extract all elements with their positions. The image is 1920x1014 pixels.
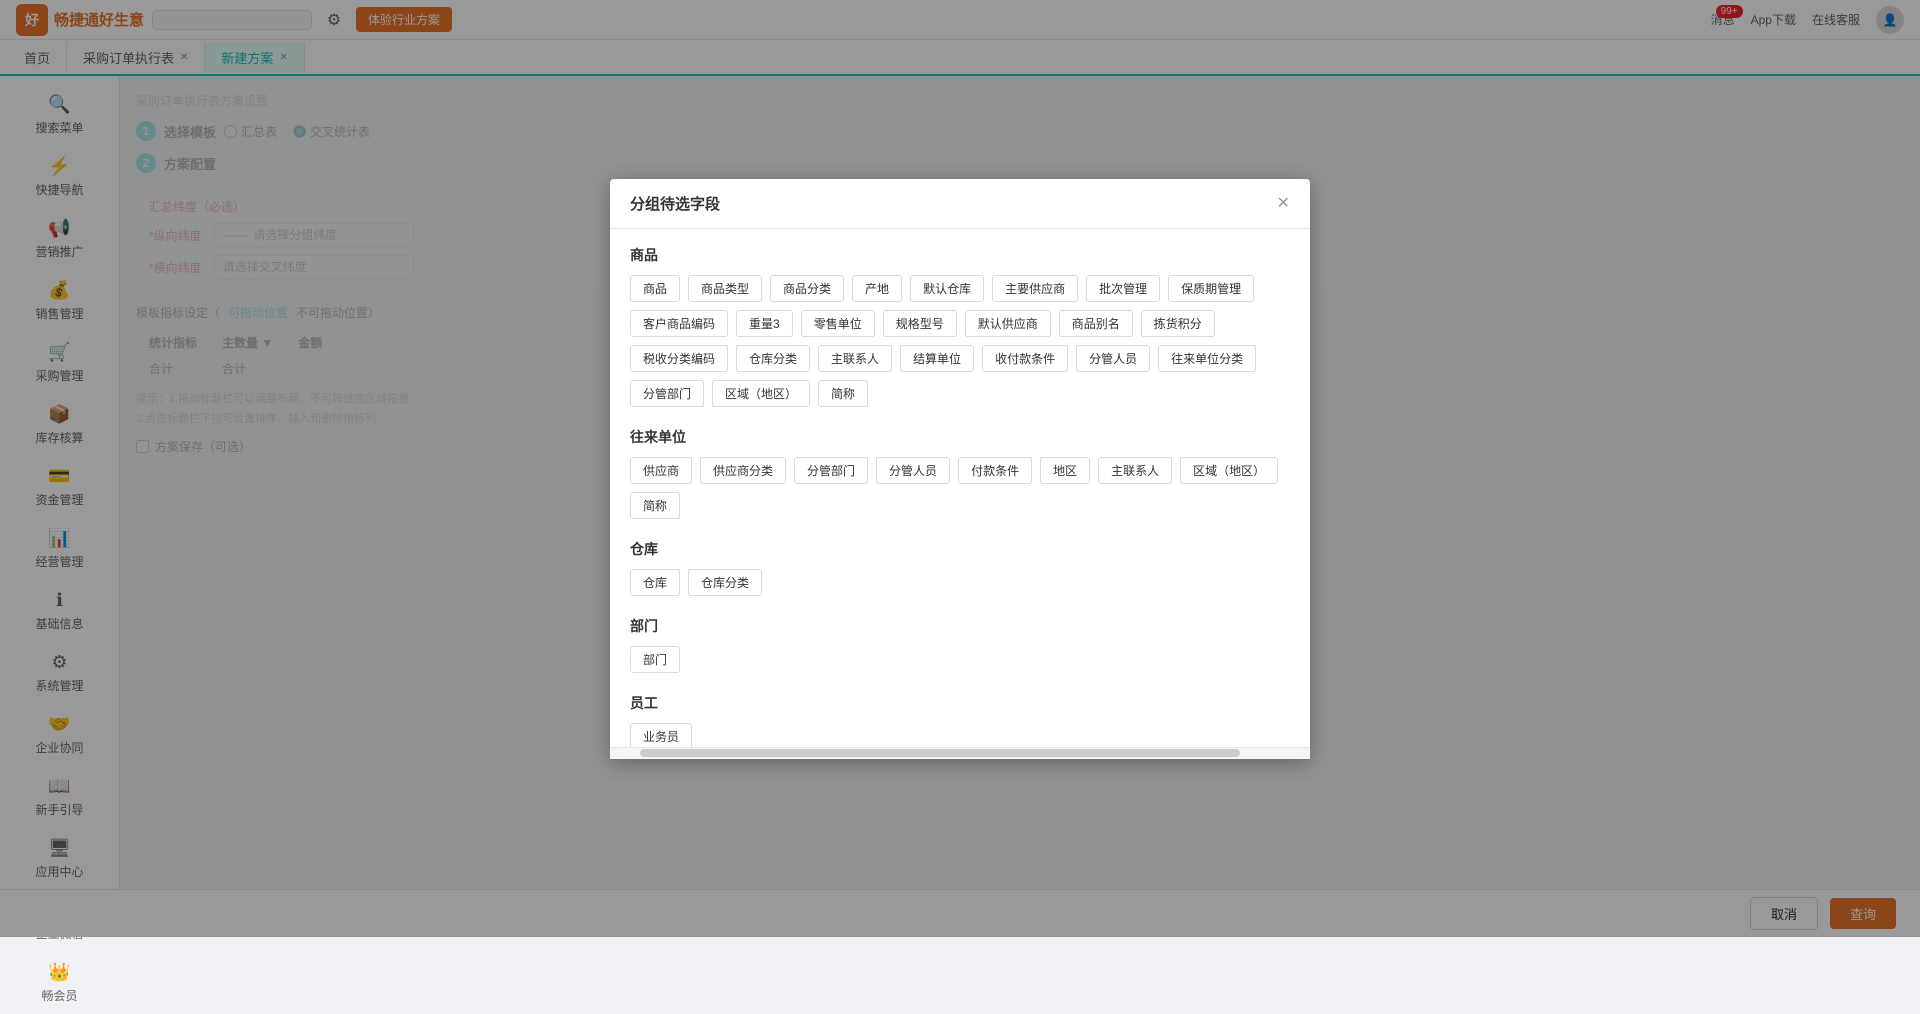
warehouse-field-grid: 仓库 仓库分类: [630, 569, 1290, 596]
member-icon: 👑: [48, 962, 70, 983]
field-origin[interactable]: 产地: [852, 275, 902, 302]
field-product[interactable]: 商品: [630, 275, 680, 302]
field-dept[interactable]: 分管部门: [794, 457, 868, 484]
section-product: 商品 商品 商品类型 商品分类 产地 默认仓库 主要供应商 批次管理 保质期管理…: [630, 245, 1290, 407]
section-warehouse-title: 仓库: [630, 539, 1290, 559]
section-employee: 员工 业务员: [630, 693, 1290, 747]
modal-horizontal-scrollbar[interactable]: [610, 747, 1310, 759]
section-department: 部门 部门: [630, 616, 1290, 673]
modal-title: 分组待选字段: [630, 193, 720, 214]
field-weight3[interactable]: 重量3: [736, 310, 793, 337]
field-retail-unit[interactable]: 零售单位: [801, 310, 875, 337]
section-partners: 往来单位 供应商 供应商分类 分管部门 分管人员 付款条件 地区 主联系人 区域…: [630, 427, 1290, 519]
section-warehouse: 仓库 仓库 仓库分类: [630, 539, 1290, 596]
field-product-category[interactable]: 商品分类: [770, 275, 844, 302]
field-managing-dept[interactable]: 分管部门: [630, 380, 704, 407]
field-product-alias[interactable]: 商品别名: [1059, 310, 1133, 337]
section-employee-title: 员工: [630, 693, 1290, 713]
field-default-warehouse[interactable]: 默认仓库: [910, 275, 984, 302]
employee-field-grid: 业务员: [630, 723, 1290, 747]
field-main-contact2[interactable]: 主联系人: [1098, 457, 1172, 484]
section-product-title: 商品: [630, 245, 1290, 265]
field-supervisor[interactable]: 分管人员: [1076, 345, 1150, 372]
field-salesperson[interactable]: 业务员: [630, 723, 692, 747]
field-product-type[interactable]: 商品类型: [688, 275, 762, 302]
field-region2[interactable]: 区域（地区）: [1180, 457, 1278, 484]
partners-field-grid: 供应商 供应商分类 分管部门 分管人员 付款条件 地区 主联系人 区域（地区） …: [630, 457, 1290, 519]
modal-dialog: 分组待选字段 ✕ 商品 商品 商品类型 商品分类 产地 默认仓库 主要供应商 批…: [610, 179, 1310, 759]
field-settlement-unit[interactable]: 结算单位: [900, 345, 974, 372]
department-field-grid: 部门: [630, 646, 1290, 673]
field-expiry-mgmt[interactable]: 保质期管理: [1168, 275, 1254, 302]
section-department-title: 部门: [630, 616, 1290, 636]
field-partner-category[interactable]: 往来单位分类: [1158, 345, 1256, 372]
field-abbr[interactable]: 简称: [818, 380, 868, 407]
field-tax-code[interactable]: 税收分类编码: [630, 345, 728, 372]
field-batch-mgmt[interactable]: 批次管理: [1086, 275, 1160, 302]
field-district[interactable]: 地区: [1040, 457, 1090, 484]
field-supplier-category[interactable]: 供应商分类: [700, 457, 786, 484]
field-payment-condition[interactable]: 付款条件: [958, 457, 1032, 484]
field-region-area[interactable]: 区域（地区）: [712, 380, 810, 407]
product-field-grid: 商品 商品类型 商品分类 产地 默认仓库 主要供应商 批次管理 保质期管理 客户…: [630, 275, 1290, 407]
field-warehouse-cat[interactable]: 仓库分类: [688, 569, 762, 596]
sidebar-label-member: 畅会员: [41, 987, 77, 1004]
field-department[interactable]: 部门: [630, 646, 680, 673]
field-main-contact[interactable]: 主联系人: [818, 345, 892, 372]
field-warehouse[interactable]: 仓库: [630, 569, 680, 596]
modal-close-button[interactable]: ✕: [1277, 193, 1290, 213]
section-partners-title: 往来单位: [630, 427, 1290, 447]
modal-hscroll-thumb: [640, 749, 1240, 757]
field-warehouse-category[interactable]: 仓库分类: [736, 345, 810, 372]
modal-header: 分组待选字段 ✕: [610, 179, 1310, 229]
field-payment-terms[interactable]: 收付款条件: [982, 345, 1068, 372]
field-default-supplier[interactable]: 默认供应商: [965, 310, 1051, 337]
field-abbr2[interactable]: 简称: [630, 492, 680, 519]
field-customer-product-code[interactable]: 客户商品编码: [630, 310, 728, 337]
field-supplier[interactable]: 供应商: [630, 457, 692, 484]
modal-body: 商品 商品 商品类型 商品分类 产地 默认仓库 主要供应商 批次管理 保质期管理…: [610, 229, 1310, 747]
field-pick-points[interactable]: 拣货积分: [1141, 310, 1215, 337]
field-person[interactable]: 分管人员: [876, 457, 950, 484]
sidebar-item-member[interactable]: 👑 畅会员: [0, 952, 119, 1014]
field-main-supplier[interactable]: 主要供应商: [992, 275, 1078, 302]
field-spec-model[interactable]: 规格型号: [883, 310, 957, 337]
